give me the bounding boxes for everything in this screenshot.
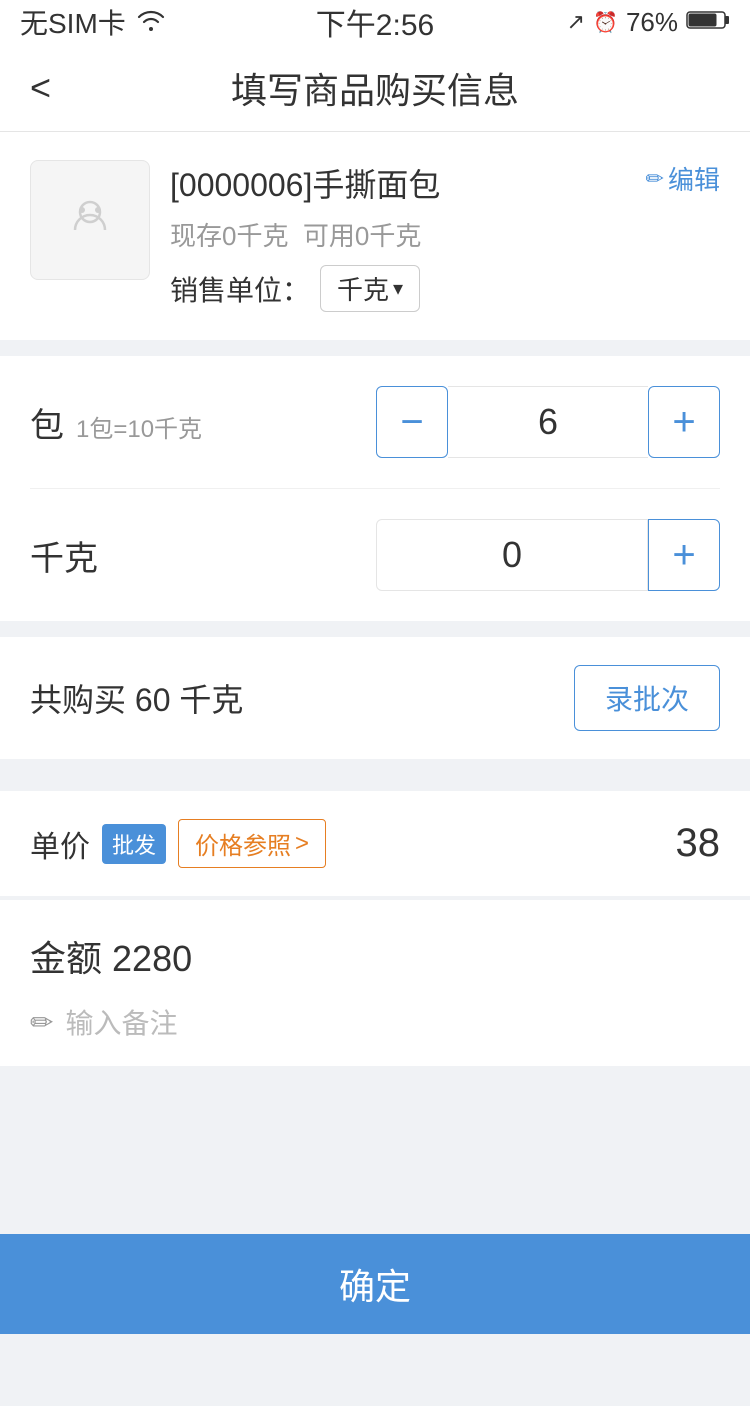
amount-section: 金额 2280 ✏ 输入备注: [0, 900, 750, 1066]
quantity-section: 包 1包=10千克 − + 千克 +: [0, 356, 750, 621]
batch-button[interactable]: 录批次: [574, 665, 720, 731]
price-value: 38: [676, 821, 721, 866]
back-button[interactable]: <: [20, 57, 61, 119]
price-left: 单价 批发 价格参照 >: [30, 819, 326, 868]
product-name: [0000006]手撕面包: [170, 160, 440, 206]
bag-plus-button[interactable]: +: [648, 386, 720, 458]
carrier-text: 无SIM卡: [20, 2, 126, 42]
edit-button[interactable]: ✏ 编辑: [646, 160, 720, 197]
bag-quantity-input[interactable]: [448, 386, 648, 458]
price-type-badge: 批发: [102, 824, 166, 864]
pencil-icon: ✏: [30, 1006, 53, 1039]
location-icon: ↗: [567, 9, 585, 35]
chevron-down-icon: ▾: [393, 276, 403, 301]
product-section: [0000006]手撕面包 ✏ 编辑 现存0千克 可用0千克 销售单位： 千克 …: [0, 132, 750, 340]
kg-quantity-input[interactable]: [376, 519, 648, 591]
wifi-icon: [136, 6, 166, 38]
bag-minus-button[interactable]: −: [376, 386, 448, 458]
amount-row: 金额 2280: [30, 930, 720, 982]
quantity-bag-row: 包 1包=10千克 − +: [30, 356, 720, 489]
total-text: 共购买 60 千克: [30, 675, 243, 721]
bag-quantity-controls: − +: [376, 386, 720, 458]
status-bar: 无SIM卡 下午2:56 ↗ ⏰ 76%: [0, 0, 750, 44]
note-placeholder: 输入备注: [65, 1002, 177, 1042]
product-stock: 现存0千克 可用0千克: [170, 216, 720, 253]
confirm-button[interactable]: 确定: [0, 1234, 750, 1334]
status-time: 下午2:56: [316, 0, 434, 44]
quantity-kg-row: 千克 +: [30, 489, 720, 621]
bag-label: 包 1包=10千克: [30, 398, 202, 447]
note-row[interactable]: ✏ 输入备注: [30, 1002, 720, 1042]
page-title: 填写商品购买信息: [231, 62, 519, 114]
product-info: [0000006]手撕面包 ✏ 编辑 现存0千克 可用0千克 销售单位： 千克 …: [170, 160, 720, 312]
alarm-icon: ⏰: [593, 10, 618, 35]
battery-text: 76%: [626, 7, 678, 38]
unit-select[interactable]: 千克 ▾: [320, 265, 420, 312]
status-right: ↗ ⏰ 76%: [567, 7, 730, 38]
kg-plus-button[interactable]: +: [648, 519, 720, 591]
battery-icon: [686, 7, 730, 38]
kg-label: 千克: [30, 531, 98, 580]
price-reference-button[interactable]: 价格参照 >: [178, 819, 326, 868]
status-left: 无SIM卡: [20, 2, 166, 42]
nav-bar: < 填写商品购买信息: [0, 44, 750, 132]
product-unit-row: 销售单位： 千克 ▾: [170, 265, 720, 312]
total-section: 共购买 60 千克 录批次: [0, 637, 750, 759]
price-section: 单价 批发 价格参照 > 38: [0, 791, 750, 896]
kg-quantity-controls: +: [376, 519, 720, 591]
product-image: [30, 160, 150, 280]
separator: [0, 775, 750, 791]
